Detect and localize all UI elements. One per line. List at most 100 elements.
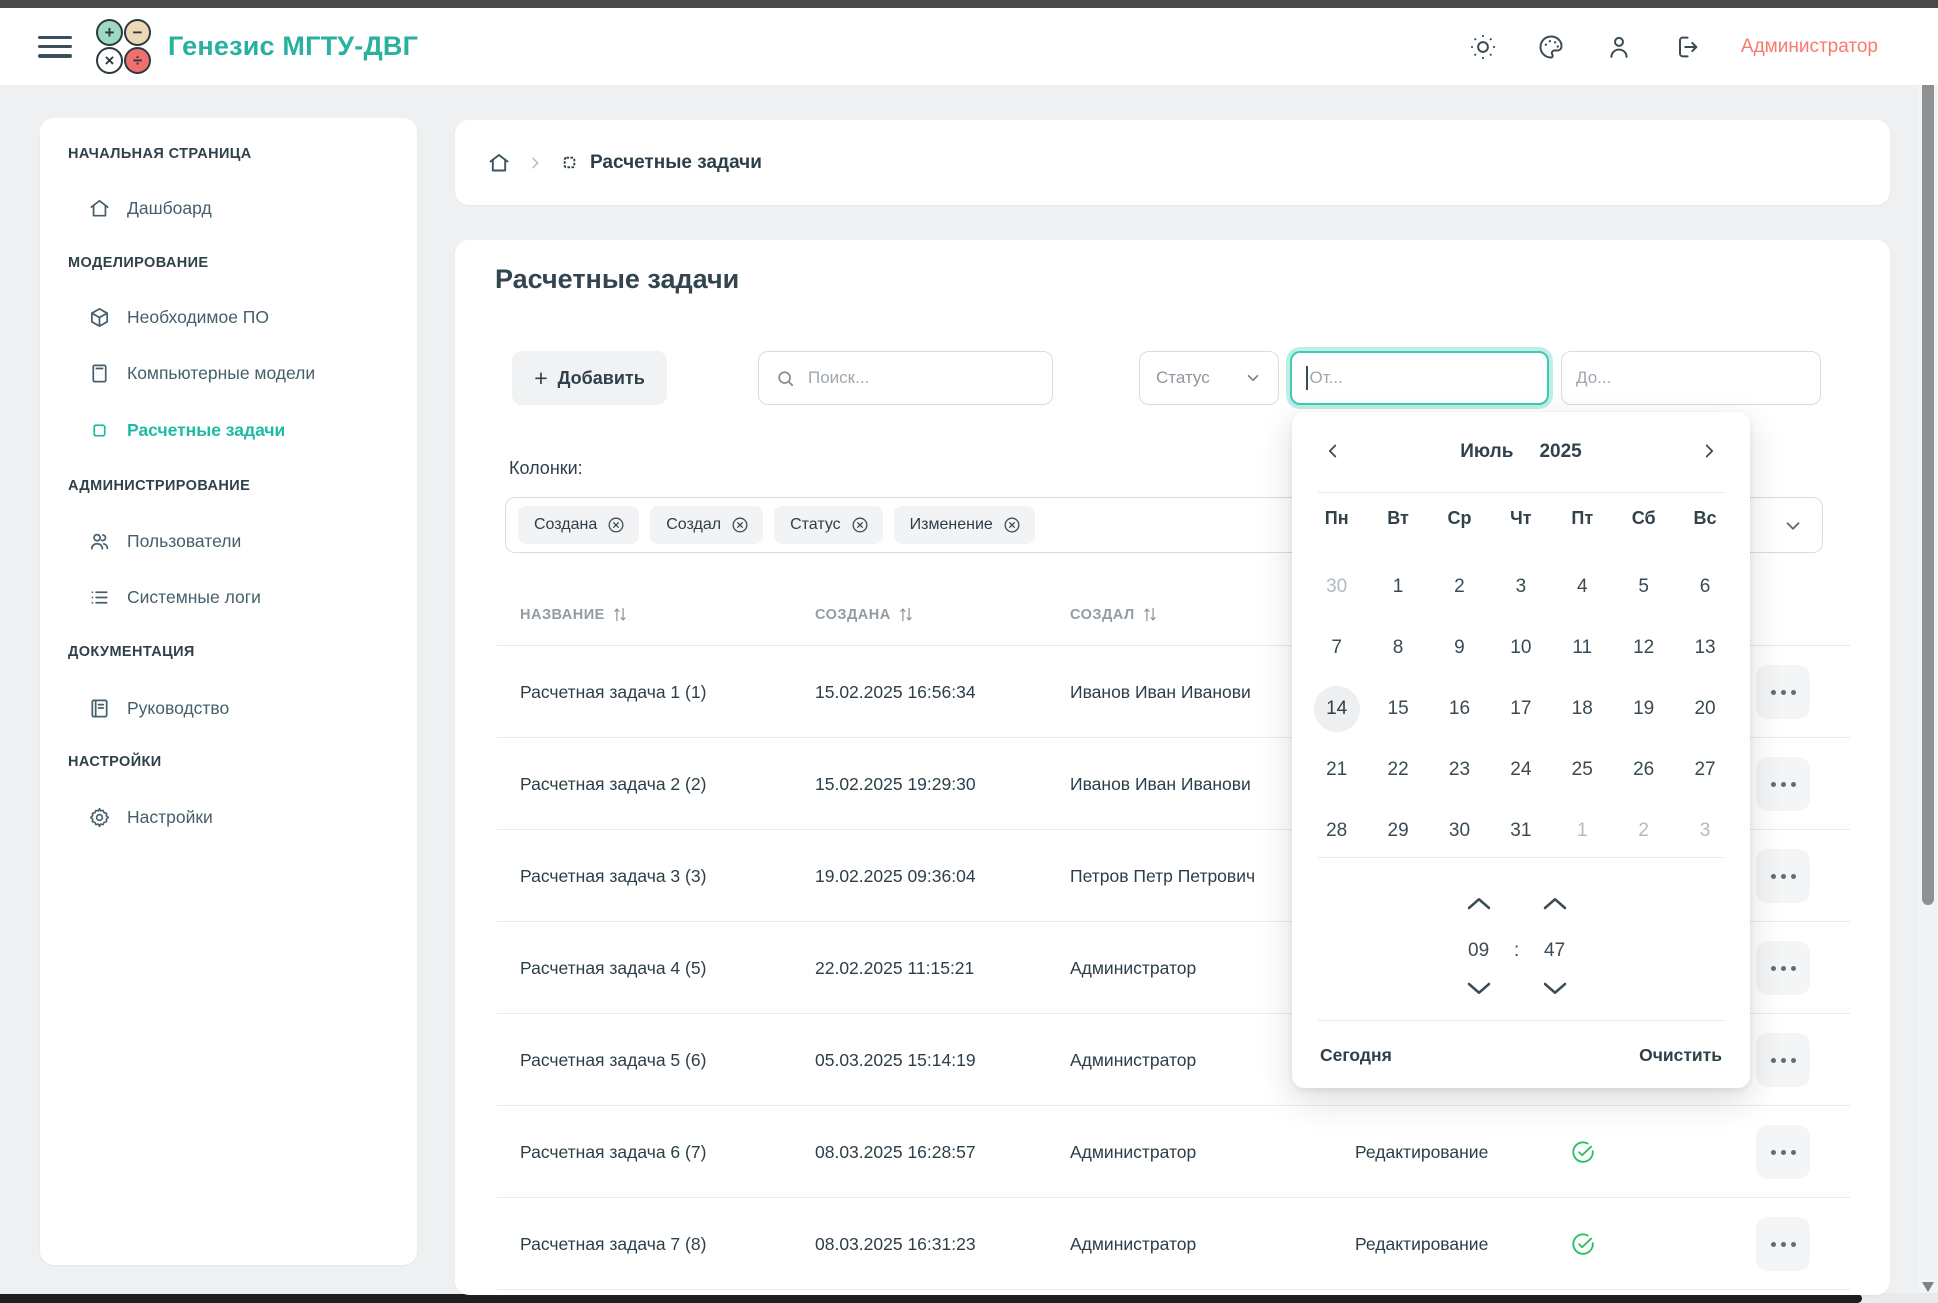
row-actions-button[interactable] — [1756, 941, 1810, 995]
remove-chip-icon[interactable] — [1002, 515, 1022, 535]
add-button[interactable]: + Добавить — [512, 351, 667, 405]
remove-chip-icon[interactable] — [730, 515, 750, 535]
calendar-day[interactable]: 1 — [1367, 556, 1428, 617]
column-chip-created[interactable]: Создана — [518, 506, 640, 544]
user-role-label[interactable]: Администратор — [1741, 36, 1878, 58]
row-actions-button[interactable] — [1756, 1125, 1810, 1179]
row-actions-button[interactable] — [1756, 849, 1810, 903]
calendar-day[interactable]: 29 — [1367, 800, 1428, 861]
scroll-down-arrow[interactable] — [1922, 1282, 1934, 1292]
sort-icon[interactable] — [612, 606, 628, 623]
calendar-day[interactable]: 11 — [1552, 617, 1613, 678]
calendar-day[interactable]: 8 — [1367, 617, 1428, 678]
calendar-day[interactable]: 15 — [1367, 678, 1428, 739]
calendar-day[interactable]: 2 — [1613, 800, 1674, 861]
cell-name: Расчетная задача 7 (8) — [520, 1233, 707, 1254]
calendar-day[interactable]: 2 — [1429, 556, 1490, 617]
date-from-input[interactable]: От... — [1290, 351, 1549, 405]
hours-up-icon[interactable] — [1464, 894, 1494, 912]
calendar-day[interactable]: 27 — [1674, 739, 1735, 800]
calendar-day[interactable]: 30 — [1429, 800, 1490, 861]
calendar-month-label[interactable]: Июль — [1460, 441, 1513, 463]
calendar-day[interactable]: 6 — [1674, 556, 1735, 617]
sidebar-item-calculation-tasks[interactable]: Расчетные задачи — [88, 415, 285, 445]
calendar-day[interactable]: 31 — [1490, 800, 1551, 861]
remove-chip-icon[interactable] — [606, 515, 626, 535]
sidebar-item-dashboard[interactable]: Дашбоард — [88, 193, 212, 223]
calendar-day[interactable]: 3 — [1674, 800, 1735, 861]
column-header-name[interactable]: НАЗВАНИЕ — [520, 606, 628, 623]
calendar-day[interactable]: 22 — [1367, 739, 1428, 800]
column-header-created[interactable]: СОЗДАНА — [815, 606, 914, 623]
calendar-day[interactable]: 19 — [1613, 678, 1674, 739]
calendar-day[interactable]: 13 — [1674, 617, 1735, 678]
remove-chip-icon[interactable] — [850, 515, 870, 535]
sidebar-item-users[interactable]: Пользователи — [88, 526, 241, 556]
calendar-day[interactable]: 25 — [1552, 739, 1613, 800]
horizontal-scrollbar-thumb[interactable] — [0, 1294, 1862, 1303]
calendar-day[interactable]: 1 — [1552, 800, 1613, 861]
calendar-day[interactable]: 3 — [1490, 556, 1551, 617]
sidebar-item-settings[interactable]: Настройки — [88, 802, 213, 832]
calendar-day[interactable]: 17 — [1490, 678, 1551, 739]
cell-creator: Администратор — [1070, 1049, 1197, 1070]
minutes-value[interactable]: 47 — [1544, 940, 1565, 962]
minutes-up-icon[interactable] — [1540, 894, 1570, 912]
next-month-icon[interactable] — [1698, 438, 1720, 464]
logo-divide-circle: ÷ — [124, 46, 151, 74]
hours-down-icon[interactable] — [1464, 980, 1494, 998]
sort-icon[interactable] — [898, 606, 914, 623]
calendar-day[interactable]: 5 — [1613, 556, 1674, 617]
sidebar-item-software[interactable]: Необходимое ПО — [88, 302, 269, 332]
calendar-day[interactable]: 18 — [1552, 678, 1613, 739]
sidebar-item-manual[interactable]: Руководство — [88, 693, 229, 723]
calendar-day[interactable]: 30 — [1306, 556, 1367, 617]
vertical-scrollbar-thumb[interactable] — [1922, 48, 1934, 905]
app-title: Генезис МГТУ-ДВГ — [168, 31, 419, 61]
palette-icon[interactable] — [1537, 33, 1565, 61]
chevron-down-icon[interactable] — [1782, 515, 1804, 537]
sort-icon[interactable] — [1142, 606, 1158, 623]
column-chip-creator[interactable]: Создал — [650, 506, 764, 544]
calendar-day[interactable]: 16 — [1429, 678, 1490, 739]
column-chip-status[interactable]: Статус — [774, 506, 883, 544]
date-to-input[interactable]: До... — [1561, 351, 1821, 405]
theme-sun-icon[interactable] — [1469, 33, 1497, 61]
calendar-day[interactable]: 14 — [1306, 678, 1367, 739]
status-filter-select[interactable]: Статус — [1139, 351, 1279, 405]
menu-toggle-button[interactable] — [38, 35, 72, 58]
calendar-day[interactable]: 7 — [1306, 617, 1367, 678]
calendar-day[interactable]: 21 — [1306, 739, 1367, 800]
calendar-day[interactable]: 12 — [1613, 617, 1674, 678]
calendar-day[interactable]: 28 — [1306, 800, 1367, 861]
prev-month-icon[interactable] — [1322, 438, 1344, 464]
column-chip-modified[interactable]: Изменение — [893, 506, 1035, 544]
calendar-day[interactable]: 9 — [1429, 617, 1490, 678]
table-row[interactable]: Расчетная задача 6 (7) 08.03.2025 16:28:… — [455, 1106, 1890, 1198]
row-actions-button[interactable] — [1756, 757, 1810, 811]
clear-button[interactable]: Очистить — [1639, 1045, 1722, 1066]
minutes-down-icon[interactable] — [1540, 980, 1570, 998]
sidebar-item-system-logs[interactable]: Системные логи — [88, 582, 261, 612]
calendar-day[interactable]: 23 — [1429, 739, 1490, 800]
column-header-creator[interactable]: СОЗДАЛ — [1070, 606, 1158, 623]
breadcrumb-current[interactable]: Расчетные задачи — [559, 152, 762, 174]
check-circle-icon — [1570, 1198, 1596, 1290]
today-button[interactable]: Сегодня — [1320, 1045, 1392, 1066]
calendar-day[interactable]: 24 — [1490, 739, 1551, 800]
calendar-day[interactable]: 26 — [1613, 739, 1674, 800]
hours-value[interactable]: 09 — [1468, 940, 1489, 962]
user-profile-icon[interactable] — [1605, 33, 1633, 61]
row-actions-button[interactable] — [1756, 1217, 1810, 1271]
row-actions-button[interactable] — [1756, 1033, 1810, 1087]
calendar-day[interactable]: 4 — [1552, 556, 1613, 617]
sidebar-item-computer-models[interactable]: Компьютерные модели — [88, 358, 315, 388]
row-actions-button[interactable] — [1756, 665, 1810, 719]
calendar-day[interactable]: 20 — [1674, 678, 1735, 739]
calendar-year-label[interactable]: 2025 — [1539, 441, 1581, 463]
logout-icon[interactable] — [1673, 33, 1701, 61]
search-input[interactable]: Поиск... — [758, 351, 1053, 405]
breadcrumb-home-icon[interactable] — [487, 151, 511, 175]
table-row[interactable]: Расчетная задача 7 (8) 08.03.2025 16:31:… — [455, 1198, 1890, 1290]
calendar-day[interactable]: 10 — [1490, 617, 1551, 678]
